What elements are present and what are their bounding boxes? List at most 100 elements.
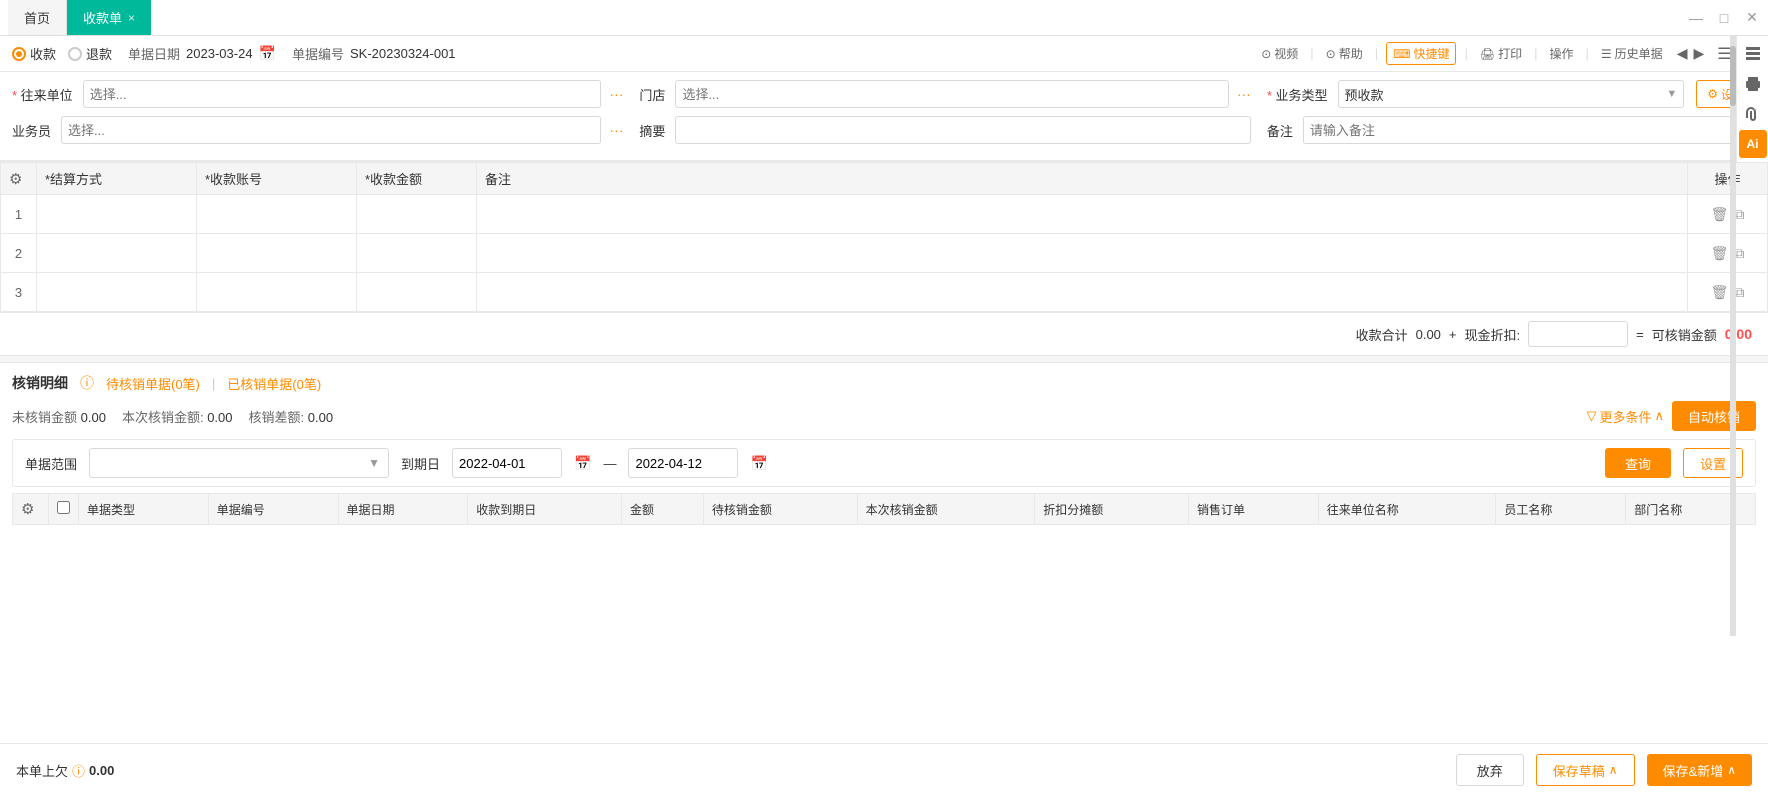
date-to-input[interactable] xyxy=(628,448,738,478)
col-remark-header: 备注 xyxy=(477,163,1688,195)
settle-input-2[interactable] xyxy=(37,234,196,272)
business-type-select[interactable]: 预收款 ▼ xyxy=(1338,80,1685,108)
settle-cell-2[interactable] xyxy=(37,234,197,273)
delete-icon-1[interactable]: 🗑 xyxy=(1711,206,1729,223)
auto-recon-btn[interactable]: 自动核销 xyxy=(1672,401,1756,431)
divider4: | xyxy=(1534,46,1537,61)
settle-input-3[interactable] xyxy=(37,273,196,311)
radio-refund[interactable]: 退款 xyxy=(68,44,112,63)
col-counterparty: 往来单位名称 xyxy=(1318,494,1496,525)
sidebar-print-icon[interactable] xyxy=(1739,70,1767,98)
ai-label: Ai xyxy=(1747,137,1759,151)
footer-left: 本单上欠 ⓘ 0.00 xyxy=(16,761,114,780)
delete-icon-3[interactable]: 🗑 xyxy=(1711,284,1729,301)
sidebar-ai-icon[interactable]: Ai xyxy=(1739,130,1767,158)
summary-input[interactable] xyxy=(675,116,1250,144)
receipt-table: ⚙ *结算方式 *收款账号 *收款金额 备注 操作 1 xyxy=(0,162,1768,312)
counterparty-input[interactable] xyxy=(83,80,602,108)
action-cell-2: 🗑 ⧉ xyxy=(1688,234,1768,273)
print-btn[interactable]: 🖨 打印 xyxy=(1476,43,1526,64)
prev-arrow[interactable]: ◀ xyxy=(1675,45,1690,62)
receipt-table-section: ⚙ *结算方式 *收款账号 *收款金额 备注 操作 1 xyxy=(0,161,1768,312)
sidebar-attach-icon[interactable] xyxy=(1739,100,1767,128)
save-draft-label: 保存草稿 xyxy=(1553,761,1605,780)
save-new-arrow: ∧ xyxy=(1727,763,1736,777)
shortcut-btn[interactable]: ⌨ 快捷键 xyxy=(1386,42,1456,65)
account-input-3[interactable] xyxy=(197,273,356,311)
select-all-checkbox[interactable] xyxy=(57,501,70,514)
divider5: | xyxy=(1586,46,1589,61)
remark-input-2[interactable] xyxy=(477,234,1687,272)
done-tab[interactable]: 已核销单据(0笔) xyxy=(227,374,321,393)
amount-cell-3[interactable] xyxy=(357,273,477,312)
account-input-1[interactable] xyxy=(197,195,356,233)
account-cell-1[interactable] xyxy=(197,195,357,234)
history-btn[interactable]: ☰ 历史单据 xyxy=(1597,43,1667,64)
counterparty-label: * 往来单位 xyxy=(12,85,73,104)
store-more-icon[interactable]: ··· xyxy=(1237,86,1251,102)
counterparty-more-icon[interactable]: ··· xyxy=(609,86,623,102)
amount-input-1[interactable] xyxy=(357,195,476,233)
maximize-button[interactable]: □ xyxy=(1716,10,1732,26)
operate-btn[interactable]: 操作 xyxy=(1546,43,1578,64)
sidebar-table-icon[interactable] xyxy=(1739,40,1767,68)
more-conditions-btn[interactable]: ▽ 更多条件 ∧ xyxy=(1586,407,1664,426)
remark-cell-3[interactable] xyxy=(477,273,1688,312)
recon-diff: 核销差额: 0.00 xyxy=(249,407,334,426)
video-btn[interactable]: ⊙ 视频 xyxy=(1257,43,1302,64)
tab-home[interactable]: 首页 xyxy=(8,0,67,35)
shortcut-icon: ⌨ xyxy=(1393,47,1410,61)
account-input-2[interactable] xyxy=(197,234,356,272)
footer-right: 放弃 保存草稿 ∧ 保存&新增 ∧ xyxy=(1456,754,1752,786)
bottom-table-wrapper: ⚙ 单据类型 单据编号 单据日期 收款到期日 金额 待核销金额 本次核销金额 xyxy=(12,493,1756,525)
close-button[interactable]: ✕ xyxy=(1744,10,1760,26)
save-draft-btn[interactable]: 保存草稿 ∧ xyxy=(1536,754,1635,786)
bottom-table-settings-icon[interactable]: ⚙ xyxy=(21,501,34,518)
settle-input-1[interactable] xyxy=(37,195,196,233)
settle-cell-3[interactable] xyxy=(37,273,197,312)
amount-cell-1[interactable] xyxy=(357,195,477,234)
date-to-picker-icon[interactable]: 📅 xyxy=(750,455,767,472)
calendar-icon[interactable]: 📅 xyxy=(259,45,276,62)
delete-icon-2[interactable]: 🗑 xyxy=(1711,245,1729,262)
store-input[interactable] xyxy=(675,80,1228,108)
remark-input[interactable] xyxy=(1303,116,1756,144)
recon-info-icon[interactable]: ⓘ xyxy=(80,373,94,393)
help-btn[interactable]: ⊙ 帮助 xyxy=(1322,43,1367,64)
range-select[interactable]: ▼ xyxy=(89,448,389,478)
date-from-input[interactable] xyxy=(452,448,562,478)
col-bill-no: 单据编号 xyxy=(208,494,338,525)
discount-input[interactable] xyxy=(1528,321,1628,347)
minimize-button[interactable]: — xyxy=(1688,10,1704,26)
radio-refund-label: 退款 xyxy=(86,44,112,63)
table-settings-icon[interactable]: ⚙ xyxy=(9,171,22,188)
remark-input-3[interactable] xyxy=(477,273,1687,311)
divider2: | xyxy=(1375,46,1378,61)
save-new-btn[interactable]: 保存&新增 ∧ xyxy=(1647,754,1752,786)
date-from-picker-icon[interactable]: 📅 xyxy=(574,455,591,472)
bill-no-label: 单据编号 xyxy=(292,44,344,63)
remark-input-1[interactable] xyxy=(477,195,1687,233)
salesperson-more-icon[interactable]: ··· xyxy=(609,122,623,138)
pending-tab[interactable]: 待核销单据(0笔) xyxy=(106,374,200,393)
remark-cell-1[interactable] xyxy=(477,195,1688,234)
tab-receipt[interactable]: 收款单 × xyxy=(67,0,151,35)
divider3: | xyxy=(1464,46,1467,61)
col-action-header: 操作 xyxy=(1688,163,1768,195)
bottom-col-checkbox xyxy=(49,494,79,525)
next-arrow[interactable]: ▶ xyxy=(1691,45,1706,62)
this-order-info-icon[interactable]: ⓘ xyxy=(72,761,85,780)
settle-cell-1[interactable] xyxy=(37,195,197,234)
remark-cell-2[interactable] xyxy=(477,234,1688,273)
abandon-btn[interactable]: 放弃 xyxy=(1456,754,1524,786)
amount-input-3[interactable] xyxy=(357,273,476,311)
radio-receipt[interactable]: 收款 xyxy=(12,44,56,63)
query-btn[interactable]: 查询 xyxy=(1605,448,1671,478)
account-cell-2[interactable] xyxy=(197,234,357,273)
amount-cell-2[interactable] xyxy=(357,234,477,273)
salesperson-input[interactable] xyxy=(61,116,601,144)
account-cell-3[interactable] xyxy=(197,273,357,312)
tab-close-icon[interactable]: × xyxy=(128,11,135,25)
amount-input-2[interactable] xyxy=(357,234,476,272)
date-value[interactable]: 2023-03-24 xyxy=(186,46,253,61)
